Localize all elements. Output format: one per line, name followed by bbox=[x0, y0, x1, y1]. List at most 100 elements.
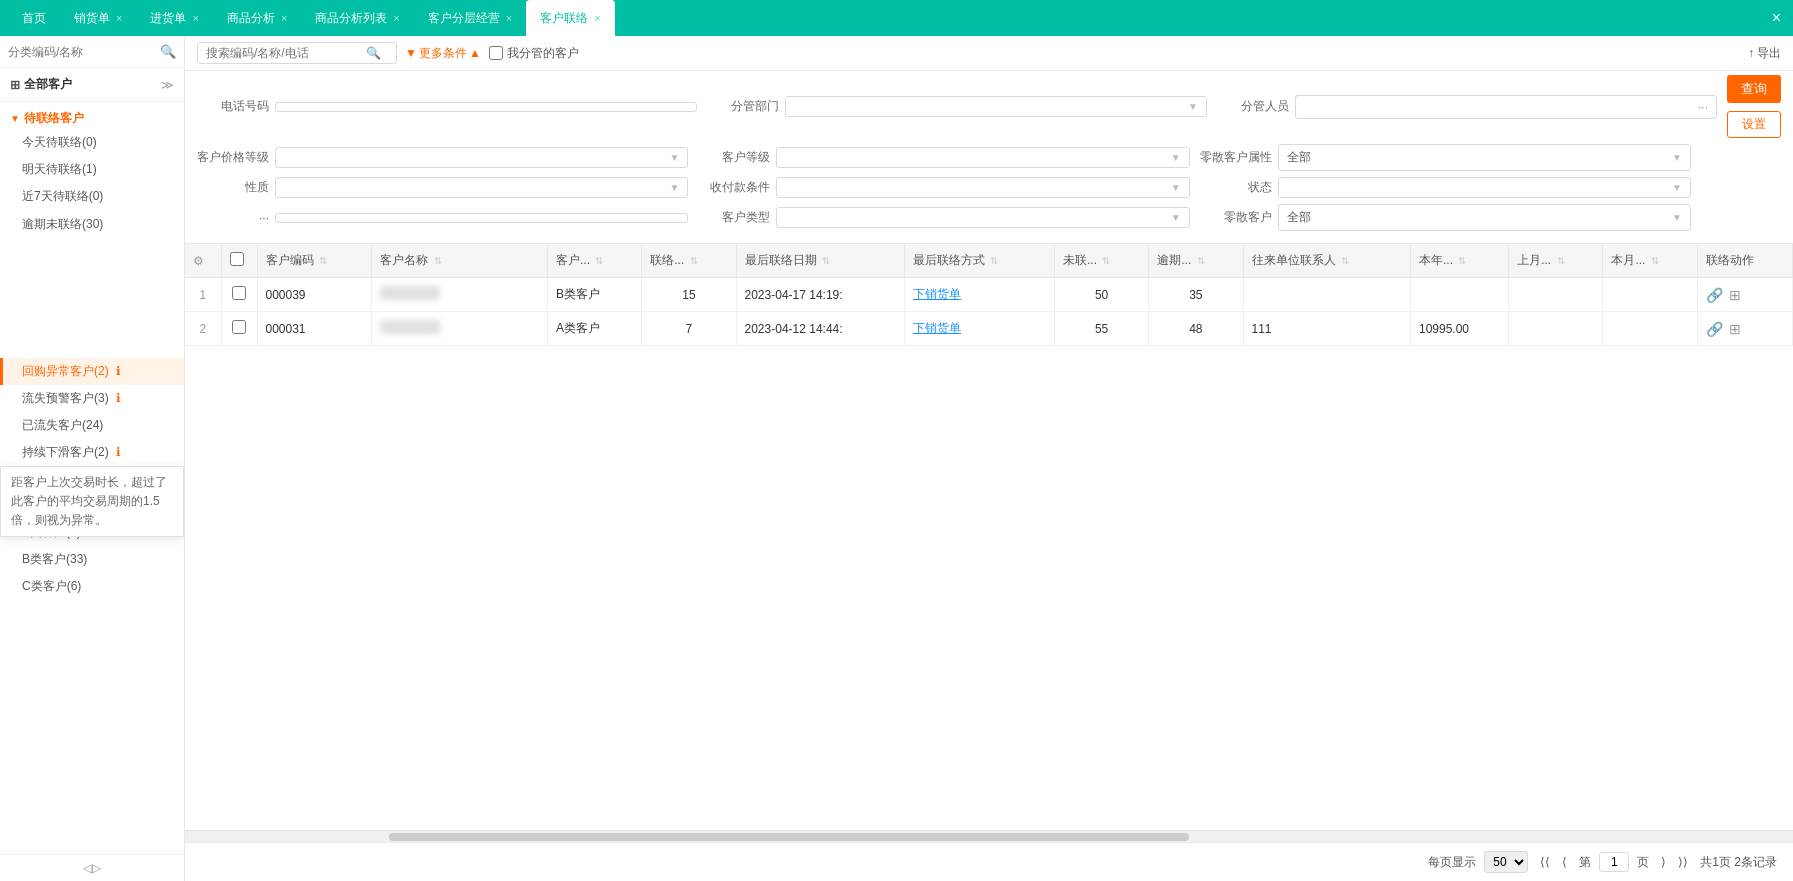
per-page-select[interactable]: 50 bbox=[1484, 851, 1528, 873]
row-contact-person: 111 bbox=[1243, 312, 1410, 346]
collapse-icon[interactable]: ≫ bbox=[161, 78, 174, 92]
scroll-thumb[interactable] bbox=[389, 833, 1189, 841]
set-button[interactable]: 设置 bbox=[1727, 111, 1781, 138]
row-action: 🔗 ⊞ bbox=[1697, 278, 1792, 312]
page-input[interactable] bbox=[1599, 852, 1629, 872]
sidebar-search-area: 🔍 bbox=[0, 36, 184, 68]
sort-icon[interactable]: ⇅ bbox=[1557, 255, 1565, 266]
export-button[interactable]: ↑ 导出 bbox=[1748, 45, 1781, 62]
row-checkbox-cell bbox=[221, 312, 257, 346]
contact-method-link[interactable]: 下销货单 bbox=[913, 321, 961, 335]
filter-select-price-grade[interactable]: ▼ bbox=[275, 147, 688, 168]
filter-cell-nature: 性质 ▼ bbox=[197, 177, 688, 198]
sidebar-item-7days[interactable]: 近7天待联络(0) bbox=[0, 183, 184, 210]
sort-icon[interactable]: ⇅ bbox=[822, 255, 830, 266]
sidebar-item-class-c[interactable]: C类客户(6) bbox=[0, 573, 184, 600]
sidebar-item-churn-warning[interactable]: 流失预警客户(3) ℹ bbox=[0, 385, 184, 412]
filter-select-dots[interactable] bbox=[275, 213, 688, 223]
row-checkbox-cell bbox=[221, 278, 257, 312]
close-icon[interactable]: × bbox=[594, 12, 600, 24]
top-nav: 首页 销货单 × 进货单 × 商品分析 × 商品分析列表 × 客户分层经营 × … bbox=[0, 0, 1793, 36]
chevron-down-icon: ▼ bbox=[1188, 101, 1198, 112]
filter-select-payment[interactable]: ▼ bbox=[776, 177, 1189, 198]
nav-tab-customer-tier[interactable]: 客户分层经营 × bbox=[414, 0, 526, 36]
sidebar-search-icon[interactable]: 🔍 bbox=[160, 44, 176, 59]
sidebar-item-tomorrow[interactable]: 明天待联络(1) bbox=[0, 156, 184, 183]
nav-tab-analysis-list[interactable]: 商品分析列表 × bbox=[301, 0, 413, 36]
filter-select-cust-type[interactable]: ▼ bbox=[776, 207, 1189, 228]
search-input[interactable] bbox=[206, 46, 366, 60]
filter-select-nature[interactable]: ▼ bbox=[275, 177, 688, 198]
filter-select-phone[interactable] bbox=[275, 102, 697, 112]
close-icon[interactable]: × bbox=[506, 12, 512, 24]
sort-icon[interactable]: ⇅ bbox=[434, 255, 442, 266]
advanced-filter: 电话号码 分管部门 ▼ 分管人员 ··· bbox=[185, 71, 1793, 244]
prev-page-icon[interactable]: ⟨ bbox=[1558, 854, 1571, 870]
search-icon[interactable]: 🔍 bbox=[366, 46, 381, 60]
qr-icon[interactable]: ⊞ bbox=[1729, 287, 1741, 303]
th-contact-person: 往来单位联系人 ⇅ bbox=[1243, 244, 1410, 278]
sidebar-search-input[interactable] bbox=[8, 45, 160, 59]
th-settings[interactable]: ⚙ bbox=[185, 244, 221, 278]
close-icon[interactable]: × bbox=[281, 12, 287, 24]
qr-icon[interactable]: ⊞ bbox=[1729, 321, 1741, 337]
th-this-month-label: 本月... bbox=[1611, 253, 1645, 267]
sort-icon[interactable]: ⇅ bbox=[1102, 255, 1110, 266]
nav-tab-customer-contact[interactable]: 客户联络 × bbox=[526, 0, 614, 36]
filter-select-dept[interactable]: ▼ bbox=[785, 96, 1207, 117]
nav-tab-home[interactable]: 首页 bbox=[8, 0, 60, 36]
close-icon[interactable]: × bbox=[116, 12, 122, 24]
row-last-month bbox=[1509, 312, 1603, 346]
close-icon[interactable]: × bbox=[393, 12, 399, 24]
more-conditions-toggle[interactable]: ▼ 更多条件 ▲ bbox=[405, 45, 481, 62]
filter-row-4: ··· 客户类型 ▼ 零散客户 全部 ▼ bbox=[197, 204, 1781, 231]
link-icon[interactable]: 🔗 bbox=[1706, 287, 1723, 303]
sort-icon[interactable]: ⇅ bbox=[1341, 255, 1349, 266]
contact-method-link[interactable]: 下销货单 bbox=[913, 287, 961, 301]
sidebar-item-overdue[interactable]: 逾期未联络(30) bbox=[0, 211, 184, 238]
link-icon[interactable]: 🔗 bbox=[1706, 321, 1723, 337]
first-page-icon[interactable]: ⟨⟨ bbox=[1536, 854, 1554, 870]
query-button[interactable]: 查询 bbox=[1727, 75, 1781, 103]
filter-select-status[interactable]: ▼ bbox=[1278, 177, 1691, 198]
settings-icon[interactable]: ⚙ bbox=[193, 254, 204, 268]
sidebar-scroll-bottom[interactable]: ◁ ▷ bbox=[0, 854, 184, 881]
sidebar-item-repurchase-abnormal[interactable]: 回购异常客户(2) ℹ bbox=[0, 358, 184, 385]
sort-icon[interactable]: ⇅ bbox=[1197, 255, 1205, 266]
info-icon: ℹ bbox=[116, 364, 121, 378]
horizontal-scrollbar[interactable] bbox=[185, 830, 1793, 842]
filter-select-scatter-attr[interactable]: 全部 ▼ bbox=[1278, 144, 1691, 171]
sidebar-item-churned[interactable]: 已流失客户(24) bbox=[0, 412, 184, 439]
sidebar-item-class-b[interactable]: B类客户(33) bbox=[0, 546, 184, 573]
sort-icon[interactable]: ⇅ bbox=[1651, 255, 1659, 266]
window-close-icon[interactable]: × bbox=[1772, 9, 1781, 27]
sort-icon[interactable]: ⇅ bbox=[319, 255, 327, 266]
my-customers-checkbox[interactable] bbox=[489, 46, 503, 60]
sort-icon[interactable]: ⇅ bbox=[595, 255, 603, 266]
filter-select-person[interactable]: ··· bbox=[1295, 95, 1717, 119]
nav-tab-purchase[interactable]: 进货单 × bbox=[136, 0, 212, 36]
nav-tab-analysis[interactable]: 商品分析 × bbox=[213, 0, 301, 36]
row-index: 2 bbox=[185, 312, 221, 346]
last-page-icon[interactable]: ⟩⟩ bbox=[1674, 854, 1692, 870]
close-icon[interactable]: × bbox=[192, 12, 198, 24]
my-customers-label: 我分管的客户 bbox=[507, 45, 579, 62]
sidebar-item-declining[interactable]: 持续下滑客户(2) ℹ bbox=[0, 439, 184, 466]
th-last-month: 上月... ⇅ bbox=[1509, 244, 1603, 278]
sidebar-item-today[interactable]: 今天待联络(0) bbox=[0, 129, 184, 156]
sort-icon[interactable]: ⇅ bbox=[1458, 255, 1466, 266]
more-icon[interactable]: ··· bbox=[1698, 100, 1708, 114]
sort-icon[interactable]: ⇅ bbox=[690, 255, 698, 266]
sidebar-section-pending[interactable]: ▼ 待联络客户 bbox=[0, 106, 184, 129]
filter-select-scatter-cust[interactable]: 全部 ▼ bbox=[1278, 204, 1691, 231]
select-all-checkbox[interactable] bbox=[230, 252, 244, 266]
tooltip-text: 距客户上次交易时长，超过了此客户的平均交易周期的1.5倍，则视为异常。 bbox=[11, 475, 167, 527]
row-checkbox[interactable] bbox=[232, 320, 246, 334]
row-checkbox[interactable] bbox=[232, 286, 246, 300]
filter-select-cust-grade[interactable]: ▼ bbox=[776, 147, 1189, 168]
chevron-up-icon: ▲ bbox=[469, 46, 481, 60]
next-page-icon[interactable]: ⟩ bbox=[1657, 854, 1670, 870]
nav-tab-sales[interactable]: 销货单 × bbox=[60, 0, 136, 36]
th-overdue: 逾期... ⇅ bbox=[1149, 244, 1243, 278]
sort-icon[interactable]: ⇅ bbox=[990, 255, 998, 266]
